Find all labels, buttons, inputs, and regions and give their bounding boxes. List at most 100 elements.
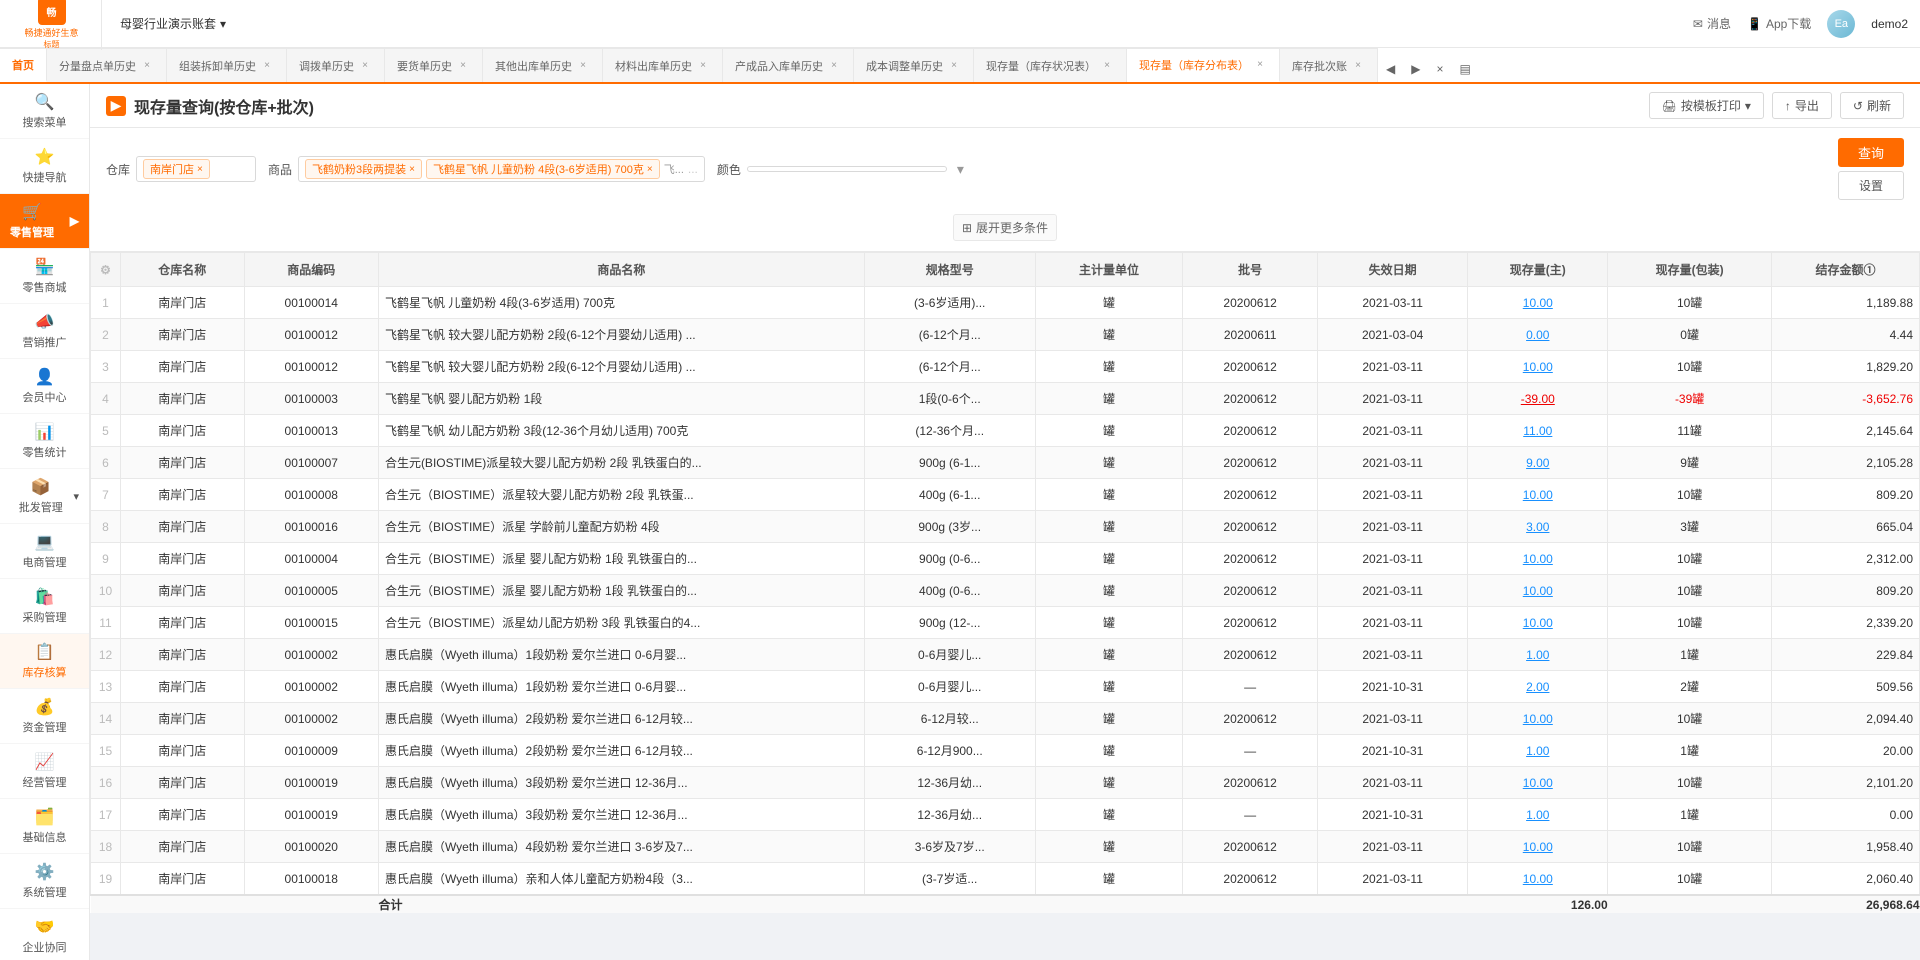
row-qty[interactable]: 10.00 — [1468, 767, 1608, 799]
sidebar-item-collab[interactable]: 🤝 企业协同 — [0, 909, 89, 960]
sidebar-item-management[interactable]: 📈 经营管理 — [0, 744, 89, 799]
tab-8-label: 成本调整单历史 — [866, 58, 943, 74]
table-container: ⚙ 仓库名称 商品编码 商品名称 规格型号 主计量单位 批号 失效日期 现存量(… — [90, 252, 1920, 960]
warehouse-tag-container[interactable]: 南岸门店 × — [136, 156, 256, 182]
tab-6-close[interactable]: × — [696, 59, 710, 73]
sidebar-item-search[interactable]: 🔍 搜索菜单 — [0, 84, 89, 139]
row-qty[interactable]: 10.00 — [1468, 351, 1608, 383]
sidebar-item-wholesale[interactable]: 📦 批发管理 ▾ — [0, 469, 89, 524]
query-btn[interactable]: 查询 — [1838, 138, 1904, 167]
sidebar-item-marketing[interactable]: 📣 营销推广 — [0, 304, 89, 359]
sidebar-item-system[interactable]: ⚙️ 系统管理 — [0, 854, 89, 909]
username[interactable]: demo2 — [1871, 17, 1908, 31]
tab-5-close[interactable]: × — [576, 59, 590, 73]
row-qty[interactable]: 1.00 — [1468, 735, 1608, 767]
tab-11[interactable]: 库存批次账 × — [1280, 48, 1378, 82]
color-tag-container[interactable] — [747, 166, 947, 172]
refresh-btn[interactable]: ↺ 刷新 — [1840, 92, 1904, 119]
tab-3[interactable]: 调拨单历史 × — [287, 48, 385, 82]
row-spec: (6-12个月... — [864, 351, 1035, 383]
row-name: 惠氏启膜（Wyeth illuma）2段奶粉 爱尔兰进口 6-12月较... — [378, 703, 864, 735]
expand-more-btn[interactable]: ⊞ 展开更多条件 — [953, 214, 1057, 241]
row-qty[interactable]: 10.00 — [1468, 703, 1608, 735]
row-num: 1 — [91, 287, 121, 319]
filter-expand-sidebar-btn[interactable]: ▶ — [106, 96, 126, 116]
row-amount: 0.00 — [1772, 799, 1920, 831]
product-tag-1: 飞鹤星飞帆 儿童奶粉 4段(3-6岁适用) 700克 × — [426, 159, 660, 179]
tab-5[interactable]: 其他出库单历史 × — [483, 48, 603, 82]
row-qty[interactable]: 10.00 — [1468, 831, 1608, 863]
row-qty[interactable]: 10.00 — [1468, 543, 1608, 575]
row-qty[interactable]: 0.00 — [1468, 319, 1608, 351]
tab-4-close[interactable]: × — [456, 59, 470, 73]
row-qty[interactable]: 10.00 — [1468, 575, 1608, 607]
tab-10-close[interactable]: × — [1253, 58, 1267, 72]
tab-4[interactable]: 要货单历史 × — [385, 48, 483, 82]
row-qty[interactable]: 10.00 — [1468, 863, 1608, 896]
sidebar-search-label: 搜索菜单 — [23, 114, 67, 130]
row-expire: 2021-10-31 — [1317, 735, 1468, 767]
sidebar-item-inventory[interactable]: 📋 库存核算 — [0, 634, 89, 689]
product-tag-0-remove[interactable]: × — [409, 164, 415, 175]
tab-6[interactable]: 材料出库单历史 × — [603, 48, 723, 82]
tab-2-close[interactable]: × — [260, 59, 274, 73]
row-qty[interactable]: 2.00 — [1468, 671, 1608, 703]
sidebar-item-finance[interactable]: 💰 资金管理 — [0, 689, 89, 744]
row-qty[interactable]: 1.00 — [1468, 799, 1608, 831]
row-pkg: 1罐 — [1608, 799, 1772, 831]
tab-next-btn[interactable]: ▶ — [1403, 56, 1428, 82]
sidebar-item-purchase[interactable]: 🛍️ 采购管理 — [0, 579, 89, 634]
message-btn[interactable]: ✉ 消息 — [1693, 15, 1731, 32]
tab-home[interactable]: 首页 — [0, 48, 47, 82]
download-icon: 📱 — [1747, 17, 1762, 31]
row-qty[interactable]: 3.00 — [1468, 511, 1608, 543]
row-qty[interactable]: 11.00 — [1468, 415, 1608, 447]
sidebar-item-retail[interactable]: 🛒 零售管理 ▶ — [0, 194, 89, 249]
product-tag-container[interactable]: 飞鹤奶粉3段两提装 × 飞鹤星飞帆 儿童奶粉 4段(3-6岁适用) 700克 ×… — [298, 156, 705, 182]
product-tag-more[interactable]: 飞... — [664, 161, 684, 177]
app-download-btn[interactable]: 📱 App下载 — [1747, 15, 1811, 32]
row-name: 飞鹤星飞帆 较大婴儿配方奶粉 2段(6-12个月婴幼儿适用) ... — [378, 351, 864, 383]
avatar[interactable]: Ea — [1827, 10, 1855, 38]
header-actions: 🖨 按模板打印 ▾ ↑ 导出 ↺ 刷新 — [1649, 92, 1904, 119]
row-qty[interactable]: 9.00 — [1468, 447, 1608, 479]
tab-1-close[interactable]: × — [140, 59, 154, 73]
tab-2[interactable]: 组装拆卸单历史 × — [167, 48, 287, 82]
row-qty[interactable]: 10.00 — [1468, 287, 1608, 319]
print-btn[interactable]: 🖨 按模板打印 ▾ — [1649, 92, 1764, 119]
tab-9-close[interactable]: × — [1100, 59, 1114, 73]
sidebar-item-quicknav[interactable]: ⭐ 快捷导航 — [0, 139, 89, 194]
tab-7-close[interactable]: × — [827, 59, 841, 73]
row-qty[interactable]: 10.00 — [1468, 479, 1608, 511]
tab-10[interactable]: 现存量（库存分布表） × — [1127, 48, 1280, 82]
sidebar-item-member[interactable]: 👤 会员中心 — [0, 359, 89, 414]
row-qty[interactable]: 1.00 — [1468, 639, 1608, 671]
row-batch: 20200612 — [1183, 351, 1317, 383]
tab-8-close[interactable]: × — [947, 59, 961, 73]
table-row: 10 南岸门店 00100005 合生元（BIOSTIME）派星 婴儿配方奶粉 … — [91, 575, 1920, 607]
tab-3-close[interactable]: × — [358, 59, 372, 73]
sidebar-item-retail-stats[interactable]: 📊 零售统计 — [0, 414, 89, 469]
sidebar-item-basic[interactable]: 🗂️ 基础信息 — [0, 799, 89, 854]
tab-menu-btn[interactable]: ▤ — [1451, 56, 1478, 82]
product-tag-1-remove[interactable]: × — [647, 164, 653, 175]
tab-7[interactable]: 产成品入库单历史 × — [723, 48, 854, 82]
industry-selector[interactable]: 母婴行业演示账套 ▾ — [112, 11, 234, 36]
tab-close-all-btn[interactable]: × — [1428, 56, 1451, 82]
row-qty[interactable]: 10.00 — [1468, 607, 1608, 639]
settings-btn[interactable]: 设置 — [1838, 171, 1904, 200]
color-dropdown-arrow[interactable]: ▾ — [957, 161, 964, 178]
export-btn[interactable]: ↑ 导出 — [1772, 92, 1832, 119]
warehouse-tag-0: 南岸门店 × — [143, 159, 210, 179]
sidebar-item-mall[interactable]: 🏪 零售商城 — [0, 249, 89, 304]
row-pkg: 10罐 — [1608, 351, 1772, 383]
sidebar-item-ecommerce[interactable]: 💻 电商管理 — [0, 524, 89, 579]
tab-11-close[interactable]: × — [1351, 59, 1365, 73]
warehouse-tag-remove[interactable]: × — [197, 164, 203, 175]
tab-1[interactable]: 分量盘点单历史 × — [47, 48, 167, 82]
row-qty[interactable]: -39.00 — [1468, 383, 1608, 415]
tab-prev-btn[interactable]: ◀ — [1378, 56, 1403, 82]
row-amount: 2,105.28 — [1772, 447, 1920, 479]
tab-9[interactable]: 现存量（库存状况表） × — [974, 48, 1127, 82]
tab-8[interactable]: 成本调整单历史 × — [854, 48, 974, 82]
